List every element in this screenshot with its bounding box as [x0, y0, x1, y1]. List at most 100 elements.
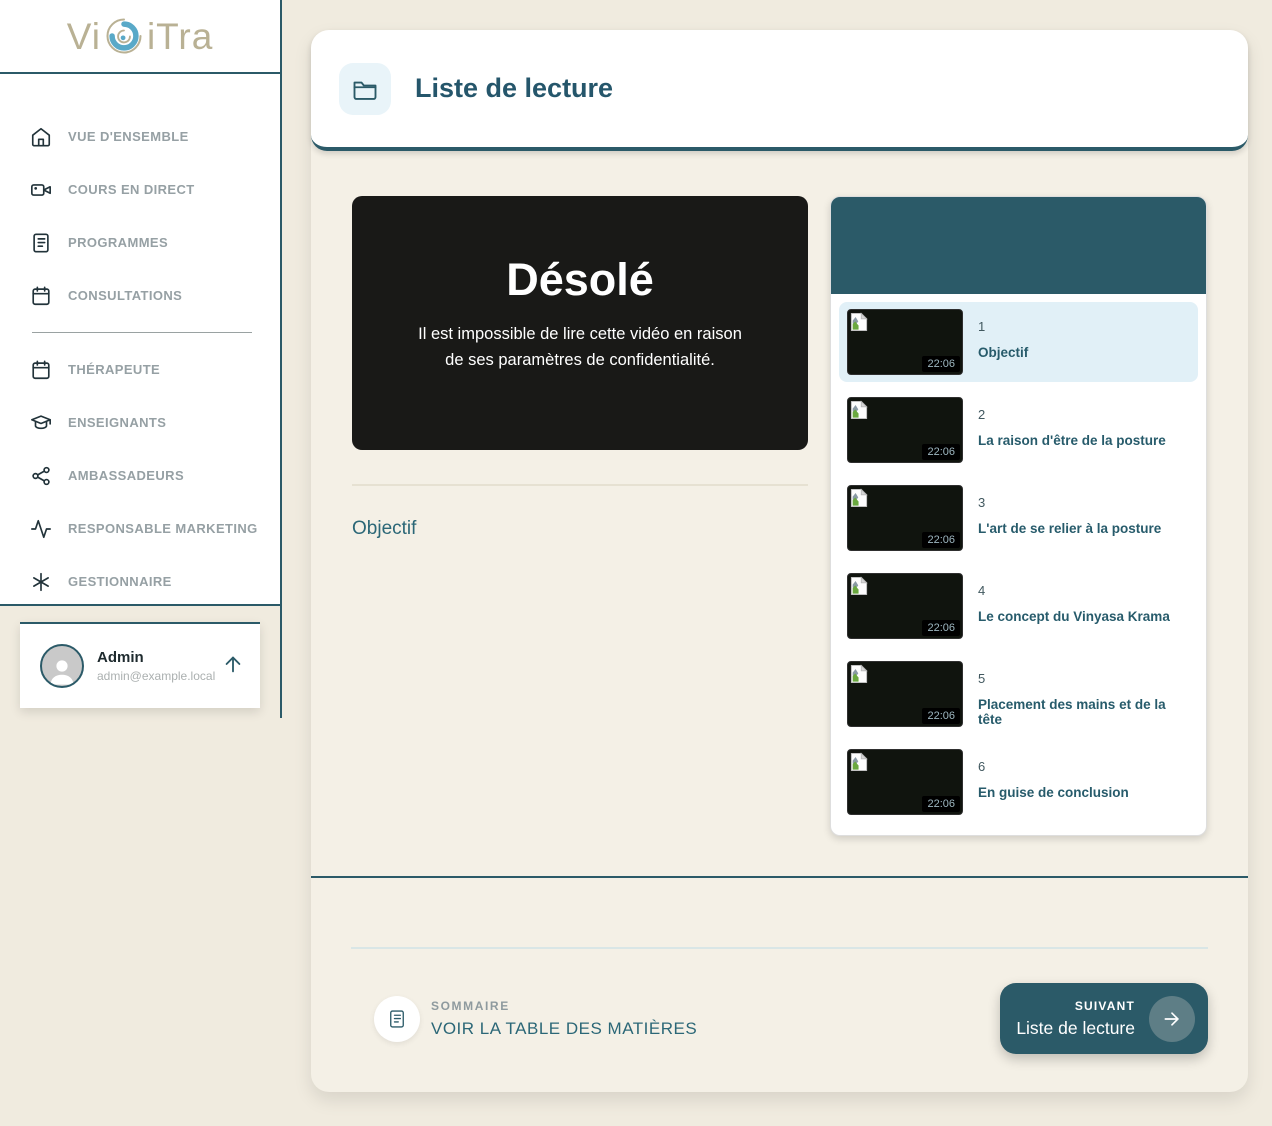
video-thumbnail[interactable]: 22:06 — [847, 661, 963, 727]
playlist-item-title: Placement des mains et de la tête — [978, 697, 1166, 727]
sidebar-group-0: VUE D'ENSEMBLE COURS EN DIRECT PROGRAMME… — [30, 110, 280, 322]
playlist-item[interactable]: 22:06 5 Placement des mains et de la têt… — [839, 654, 1198, 734]
book-icon — [30, 232, 52, 254]
sidebar-item-programs[interactable]: PROGRAMMES — [30, 216, 280, 269]
calendar-icon — [30, 285, 52, 307]
sidebar-nav: VUE D'ENSEMBLE COURS EN DIRECT PROGRAMME… — [0, 74, 280, 608]
avatar — [40, 644, 84, 688]
broken-image-icon — [850, 752, 868, 772]
brand-logo-text-right: iTra — [146, 15, 214, 57]
main-content: Liste de lecture Désolé Il est impossibl… — [311, 30, 1248, 1092]
next-label: SUIVANT — [1074, 998, 1135, 1013]
video-thumbnail[interactable]: 22:06 — [847, 309, 963, 375]
sidebar-item-overview[interactable]: VUE D'ENSEMBLE — [30, 110, 280, 163]
playlist-item-title: La raison d'être de la posture — [978, 433, 1166, 448]
playlist-item-number: 3 — [978, 495, 986, 510]
next-button[interactable]: SUIVANT Liste de lecture — [1000, 983, 1208, 1054]
graduation-cap-icon — [30, 412, 52, 434]
video-duration-badge: 22:06 — [922, 444, 960, 460]
playlist-item[interactable]: 22:06 2 La raison d'être de la posture — [839, 390, 1198, 470]
broken-image-icon — [850, 664, 868, 684]
user-name: Admin — [97, 649, 144, 666]
playlist-item-number: 4 — [978, 583, 986, 598]
video-duration-badge: 22:06 — [922, 796, 960, 812]
user-email: admin@example.local — [97, 669, 216, 683]
playlist-item-number: 2 — [978, 407, 986, 422]
summary-link-text: VOIR LA TABLE DES MATIÈRES — [431, 1019, 698, 1038]
video-player[interactable]: Désolé Il est impossible de lire cette v… — [352, 196, 808, 450]
summary-text: SOMMAIRE VOIR LA TABLE DES MATIÈRES — [431, 999, 697, 1039]
playlist-item[interactable]: 22:06 4 Le concept du Vinyasa Krama — [839, 566, 1198, 646]
page-title: Liste de lecture — [415, 73, 614, 103]
video-duration-badge: 22:06 — [922, 620, 960, 636]
book-icon — [387, 1009, 407, 1029]
video-duration-badge: 22:06 — [922, 708, 960, 724]
footer-accent-rule — [311, 876, 1248, 878]
folder-icon — [351, 75, 379, 103]
sidebar-item-consultations[interactable]: CONSULTATIONS — [30, 269, 280, 322]
sidebar-item-ambassadors[interactable]: AMBASSADEURS — [30, 449, 280, 502]
video-thumbnail[interactable]: 22:06 — [847, 749, 963, 815]
playlist-header — [831, 197, 1206, 294]
sidebar-item-therapist[interactable]: THÉRAPEUTE — [30, 343, 280, 396]
next-title: Liste de lecture — [1016, 1017, 1135, 1038]
app-window: Vi iTra VUE D'ENSEMBLE COURS EN DIRECT P… — [0, 0, 1272, 1126]
broken-image-icon — [850, 488, 868, 508]
folder-chip — [339, 62, 391, 115]
brand-logo[interactable]: Vi iTra — [0, 0, 280, 74]
video-duration-badge: 22:06 — [922, 356, 960, 372]
broken-image-icon — [850, 312, 868, 332]
video-thumbnail[interactable]: 22:06 — [847, 573, 963, 639]
section-title: Objectif — [352, 518, 417, 539]
video-error-message: Il est impossible de lire cette vidéo en… — [418, 325, 742, 369]
page-header: Liste de lecture — [311, 30, 1248, 151]
share-icon — [30, 465, 52, 487]
video-thumbnail[interactable]: 22:06 — [847, 485, 963, 551]
user-menu[interactable]: Admin admin@example.local — [20, 622, 260, 708]
table-of-contents-link[interactable]: SOMMAIRE VOIR LA TABLE DES MATIÈRES — [374, 996, 697, 1042]
brand-spiral-icon — [102, 14, 146, 58]
sidebar-item-marketing-manager[interactable]: RESPONSABLE MARKETING — [30, 502, 280, 555]
broken-image-icon — [850, 400, 868, 420]
arrow-right-icon — [1162, 1009, 1182, 1029]
footer-light-rule — [351, 947, 1208, 949]
playlist-items: 22:06 1 Objectif 22:06 2 La raison d'êtr… — [831, 294, 1206, 835]
calendar-icon — [30, 359, 52, 381]
playlist-panel: 22:06 1 Objectif 22:06 2 La raison d'êtr… — [830, 196, 1207, 836]
sidebar-divider — [32, 332, 252, 333]
next-button-text: SUIVANT Liste de lecture — [1016, 999, 1135, 1039]
broken-image-icon — [850, 576, 868, 596]
video-thumbnail[interactable]: 22:06 — [847, 397, 963, 463]
playlist-item[interactable]: 22:06 1 Objectif — [839, 302, 1198, 382]
playlist-item-title: Le concept du Vinyasa Krama — [978, 609, 1170, 624]
playlist-item-title: En guise de conclusion — [978, 785, 1129, 800]
activity-icon — [30, 518, 52, 540]
playlist-item[interactable]: 22:06 6 En guise de conclusion — [839, 742, 1198, 822]
asterisk-icon — [30, 571, 52, 593]
sidebar-item-teachers[interactable]: ENSEIGNANTS — [30, 396, 280, 449]
video-duration-badge: 22:06 — [922, 532, 960, 548]
playlist-item-title: Objectif — [978, 345, 1029, 360]
playlist-item-title: L'art de se relier à la posture — [978, 521, 1162, 536]
content-divider — [352, 484, 808, 486]
playlist-item-number: 5 — [978, 671, 986, 686]
sidebar: Vi iTra VUE D'ENSEMBLE COURS EN DIRECT P… — [0, 0, 282, 606]
sidebar-border-rail — [280, 604, 282, 718]
playlist-item-number: 6 — [978, 759, 986, 774]
arrow-up-icon — [222, 653, 244, 675]
user-info: Admin admin@example.local — [97, 649, 216, 683]
summary-icon-circle — [374, 996, 420, 1042]
sidebar-group-1: THÉRAPEUTE ENSEIGNANTS AMBASSADEURS RESP… — [30, 343, 280, 608]
video-camera-icon — [30, 179, 52, 201]
brand-logo-text-left: Vi — [66, 15, 101, 57]
sidebar-item-manager[interactable]: GESTIONNAIRE — [30, 555, 280, 608]
next-arrow-circle — [1149, 995, 1195, 1042]
summary-label: SOMMAIRE — [431, 999, 510, 1013]
playlist-item[interactable]: 22:06 3 L'art de se relier à la posture — [839, 478, 1198, 558]
user-menu-toggle[interactable] — [222, 653, 244, 680]
sidebar-item-live-courses[interactable]: COURS EN DIRECT — [30, 163, 280, 216]
home-icon — [30, 126, 52, 148]
playlist-item-number: 1 — [978, 319, 986, 334]
person-icon — [46, 654, 78, 686]
video-error-title: Désolé — [506, 254, 654, 305]
